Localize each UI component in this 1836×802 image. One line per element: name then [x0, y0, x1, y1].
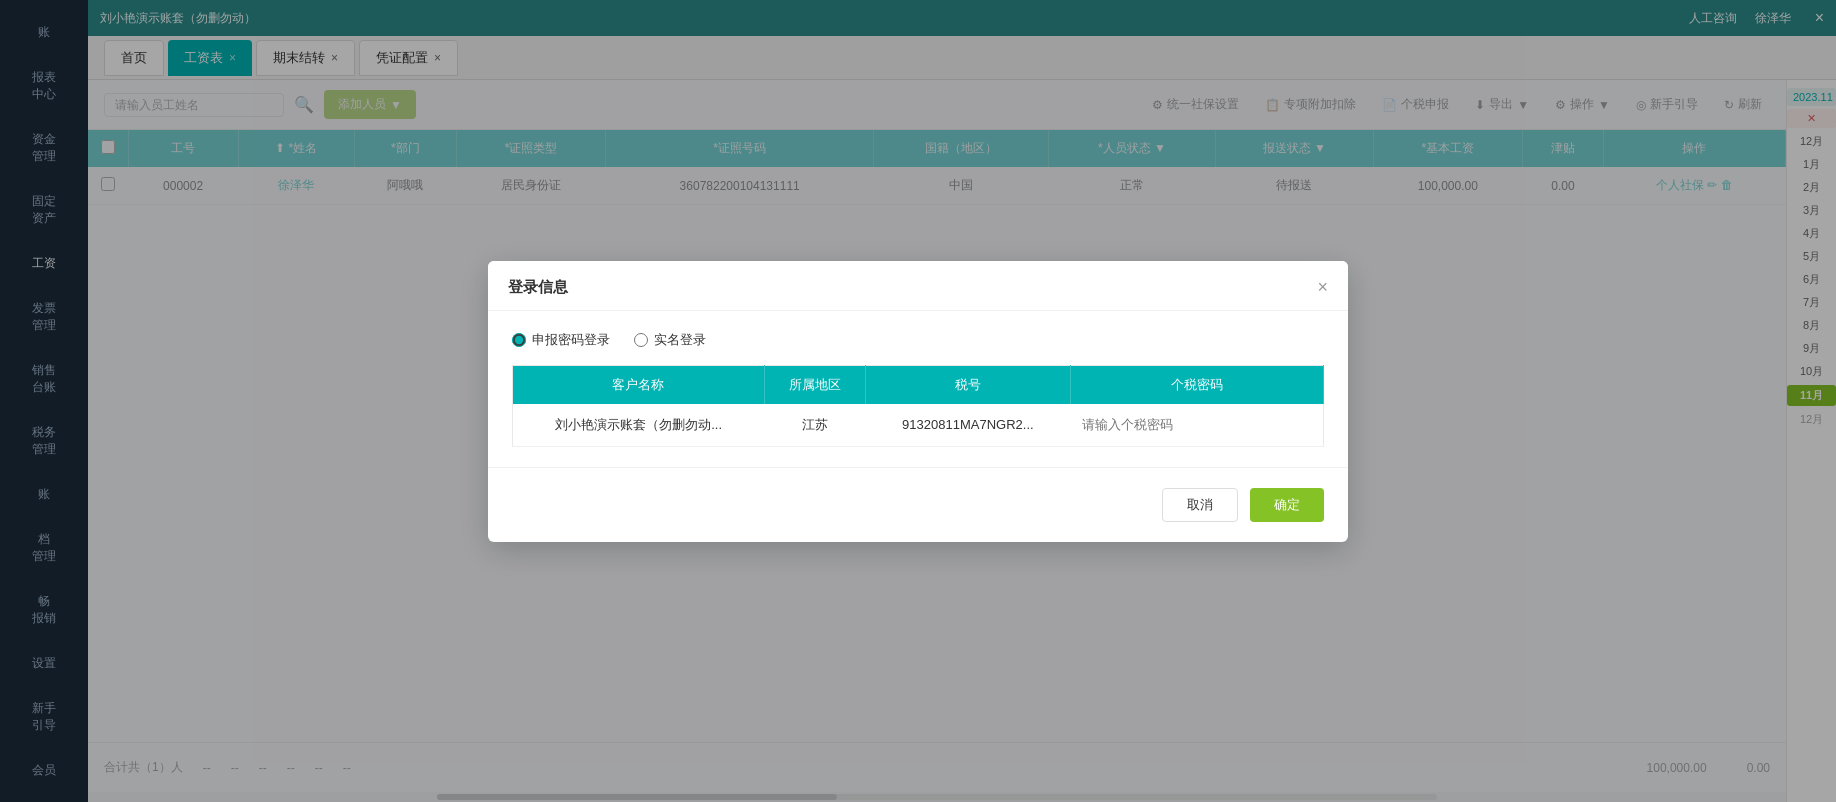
dialog-col-name: 客户名称 — [513, 365, 765, 404]
dialog-region: 江苏 — [764, 404, 865, 447]
dialog-col-taxno: 税号 — [866, 365, 1071, 404]
radio-realname-login[interactable]: 实名登录 — [634, 331, 706, 349]
cancel-button[interactable]: 取消 — [1162, 488, 1238, 522]
dialog-body: 申报密码登录 实名登录 客户名称 所属地区 税号 个税密码 — [488, 311, 1348, 467]
dialog-col-region: 所属地区 — [764, 365, 865, 404]
radio-password-label: 申报密码登录 — [532, 331, 610, 349]
radio-realname-label: 实名登录 — [654, 331, 706, 349]
dialog-header: 登录信息 × — [488, 261, 1348, 311]
dialog-tax-no: 91320811MA7NGR2... — [866, 404, 1071, 447]
dialog-account-table: 客户名称 所属地区 税号 个税密码 刘小艳演示账套（勿删勿动... 江苏 913… — [512, 365, 1324, 447]
dialog-title: 登录信息 — [508, 278, 568, 297]
password-input[interactable] — [1082, 417, 1311, 432]
login-type-group: 申报密码登录 实名登录 — [512, 331, 1324, 349]
dialog-client-name: 刘小艳演示账套（勿删勿动... — [513, 404, 765, 447]
dialog-table-row: 刘小艳演示账套（勿删勿动... 江苏 91320811MA7NGR2... — [513, 404, 1324, 447]
radio-password-login[interactable]: 申报密码登录 — [512, 331, 610, 349]
dialog-password-field[interactable] — [1070, 404, 1323, 447]
dialog-close-button[interactable]: × — [1317, 277, 1328, 298]
radio-realname-input[interactable] — [634, 333, 648, 347]
radio-password-input[interactable] — [512, 333, 526, 347]
confirm-button[interactable]: 确定 — [1250, 488, 1324, 522]
login-dialog: 登录信息 × 申报密码登录 实名登录 客户名称 所属地区 — [488, 261, 1348, 542]
dialog-overlay: 登录信息 × 申报密码登录 实名登录 客户名称 所属地区 — [0, 0, 1836, 802]
dialog-footer: 取消 确定 — [488, 467, 1348, 542]
dialog-col-password: 个税密码 — [1070, 365, 1323, 404]
